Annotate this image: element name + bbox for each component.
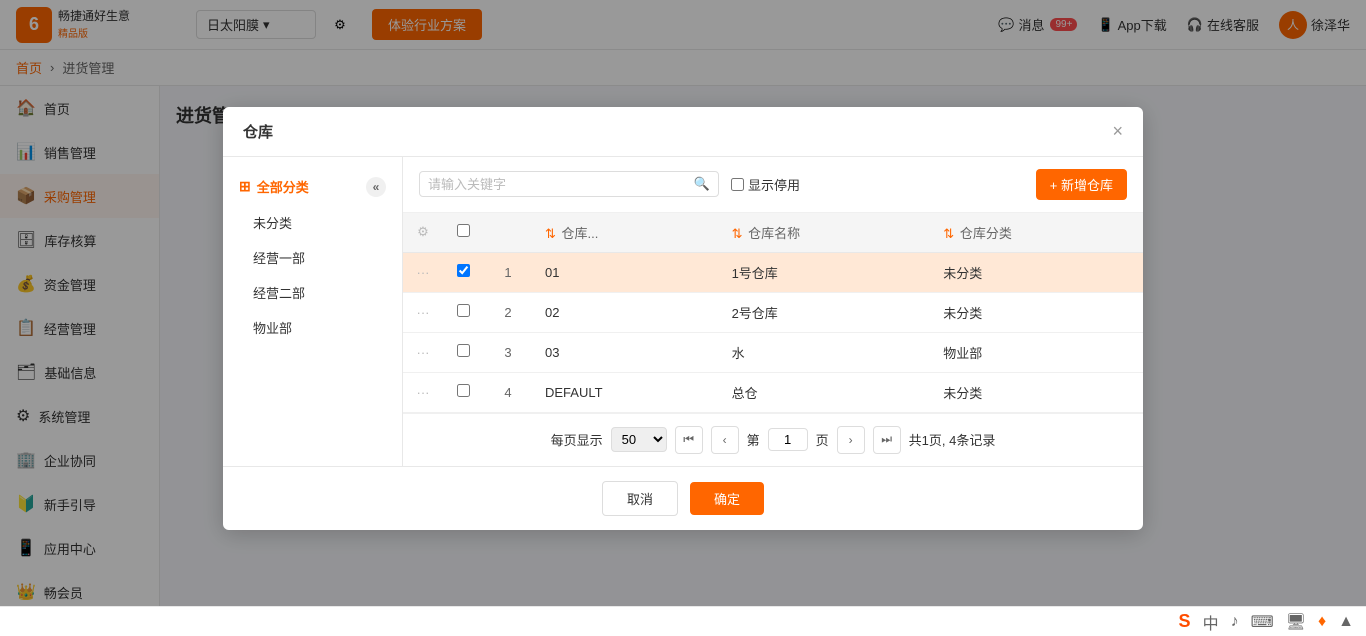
table-row[interactable]: ··· 4 DEFAULT 总仓 未分类 xyxy=(403,372,1143,412)
screen-icon[interactable]: 🖥 xyxy=(1286,612,1306,632)
s-brand-icon: S xyxy=(1179,611,1191,632)
row-name: 1号仓库 xyxy=(720,252,932,292)
th-name-label: 仓库名称 xyxy=(748,226,800,241)
page-suffix: 页 xyxy=(816,430,829,449)
dialog-title: 仓库 xyxy=(243,121,273,142)
tree-all-category[interactable]: ⊞ 全部分类 « xyxy=(223,169,402,205)
row-num: 1 xyxy=(483,252,533,292)
first-page-button[interactable]: ⏮ xyxy=(675,426,703,454)
bottom-bar: S 中 ♪ ⌨ 🖥 ♦ ▲ xyxy=(0,606,1366,636)
row-actions[interactable]: ··· xyxy=(403,252,443,292)
select-all-checkbox[interactable] xyxy=(457,224,470,237)
row-category: 未分类 xyxy=(931,372,1143,412)
warehouse-dialog: 仓库 × ⊞ 全部分类 « 未分类 经营一部 经营二部 物业部 xyxy=(223,107,1143,530)
page-label: 第 xyxy=(747,430,760,449)
per-page-select[interactable]: 50 10 20 100 xyxy=(611,427,667,452)
add-warehouse-button[interactable]: + 新增仓库 xyxy=(1036,169,1127,200)
modal-overlay: 仓库 × ⊞ 全部分类 « 未分类 经营一部 经营二部 物业部 xyxy=(0,0,1366,636)
confirm-button[interactable]: 确定 xyxy=(690,482,764,515)
table-row[interactable]: ··· 2 02 2号仓库 未分类 xyxy=(403,292,1143,332)
row-code: 01 xyxy=(533,252,720,292)
sound-icon[interactable]: ♪ xyxy=(1231,613,1239,631)
th-name[interactable]: ⇅ 仓库名称 xyxy=(720,213,932,253)
row-checkbox[interactable] xyxy=(457,304,470,317)
row-checkbox-cell[interactable] xyxy=(443,332,483,372)
chinese-input-icon[interactable]: 中 xyxy=(1203,610,1219,634)
row-checkbox[interactable] xyxy=(457,264,470,277)
total-info: 共1页, 4条记录 xyxy=(909,430,996,449)
th-settings: ⚙ xyxy=(403,213,443,253)
sort-icon-category: ⇅ xyxy=(943,226,954,241)
row-name: 2号仓库 xyxy=(720,292,932,332)
page-input[interactable] xyxy=(768,428,808,451)
search-box: 🔍 xyxy=(419,171,719,197)
tree-panel: ⊞ 全部分类 « 未分类 经营一部 经营二部 物业部 xyxy=(223,157,403,466)
row-category: 物业部 xyxy=(931,332,1143,372)
show-disabled-checkbox[interactable] xyxy=(731,178,744,191)
row-actions[interactable]: ··· xyxy=(403,332,443,372)
row-num: 4 xyxy=(483,372,533,412)
search-input[interactable] xyxy=(428,177,688,192)
row-checkbox-cell[interactable] xyxy=(443,292,483,332)
tree-item-ops2[interactable]: 经营二部 xyxy=(223,275,402,310)
th-code-label: 仓库... xyxy=(562,226,599,241)
data-table: ⚙ ⇅ 仓库... xyxy=(403,213,1143,413)
table-row[interactable]: ··· 1 01 1号仓库 未分类 xyxy=(403,252,1143,292)
prev-page-button[interactable]: ‹ xyxy=(711,426,739,454)
pagination: 每页显示 50 10 20 100 ⏮ ‹ 第 页 › ⏭ 共1页, 4条记录 xyxy=(403,413,1143,466)
sort-icon-code: ⇅ xyxy=(545,226,556,241)
up-icon[interactable]: ▲ xyxy=(1338,613,1354,631)
sort-icon-name: ⇅ xyxy=(732,226,743,241)
row-name: 总仓 xyxy=(720,372,932,412)
tree-item-ops1[interactable]: 经营一部 xyxy=(223,240,402,275)
next-page-button[interactable]: › xyxy=(837,426,865,454)
settings-gear-icon: ⚙ xyxy=(417,224,429,239)
search-icon[interactable]: 🔍 xyxy=(694,176,710,192)
row-name: 水 xyxy=(720,332,932,372)
row-category: 未分类 xyxy=(931,292,1143,332)
per-page-label: 每页显示 xyxy=(551,430,603,449)
grid-icon: ⊞ xyxy=(239,178,251,195)
collapse-button[interactable]: « xyxy=(366,177,386,197)
row-category: 未分类 xyxy=(931,252,1143,292)
row-code: 02 xyxy=(533,292,720,332)
th-num xyxy=(483,213,533,253)
tree-item-uncategorized[interactable]: 未分类 xyxy=(223,205,402,240)
row-actions[interactable]: ··· xyxy=(403,292,443,332)
keyboard-icon[interactable]: ⌨ xyxy=(1251,612,1274,632)
dialog-body: ⊞ 全部分类 « 未分类 经营一部 经营二部 物业部 🔍 xyxy=(223,157,1143,466)
last-page-button[interactable]: ⏭ xyxy=(873,426,901,454)
row-checkbox[interactable] xyxy=(457,384,470,397)
row-code: 03 xyxy=(533,332,720,372)
th-category-label: 仓库分类 xyxy=(960,226,1012,241)
row-num: 3 xyxy=(483,332,533,372)
show-disabled-text: 显示停用 xyxy=(748,175,800,194)
table-row[interactable]: ··· 3 03 水 物业部 xyxy=(403,332,1143,372)
tree-item-property[interactable]: 物业部 xyxy=(223,310,402,345)
row-checkbox-cell[interactable] xyxy=(443,372,483,412)
row-checkbox-cell[interactable] xyxy=(443,252,483,292)
table-toolbar: 🔍 显示停用 + 新增仓库 xyxy=(403,157,1143,213)
diamond-icon[interactable]: ♦ xyxy=(1318,613,1326,631)
th-code[interactable]: ⇅ 仓库... xyxy=(533,213,720,253)
row-checkbox[interactable] xyxy=(457,344,470,357)
th-check xyxy=(443,213,483,253)
row-actions[interactable]: ··· xyxy=(403,372,443,412)
tree-all-label: 全部分类 xyxy=(257,177,309,196)
row-num: 2 xyxy=(483,292,533,332)
cancel-button[interactable]: 取消 xyxy=(602,481,678,516)
close-button[interactable]: × xyxy=(1112,121,1123,142)
show-disabled-label[interactable]: 显示停用 xyxy=(731,175,800,194)
table-panel: 🔍 显示停用 + 新增仓库 ⚙ xyxy=(403,157,1143,466)
dialog-footer: 取消 确定 xyxy=(223,466,1143,530)
th-category[interactable]: ⇅ 仓库分类 xyxy=(931,213,1143,253)
row-code: DEFAULT xyxy=(533,372,720,412)
dialog-header: 仓库 × xyxy=(223,107,1143,157)
